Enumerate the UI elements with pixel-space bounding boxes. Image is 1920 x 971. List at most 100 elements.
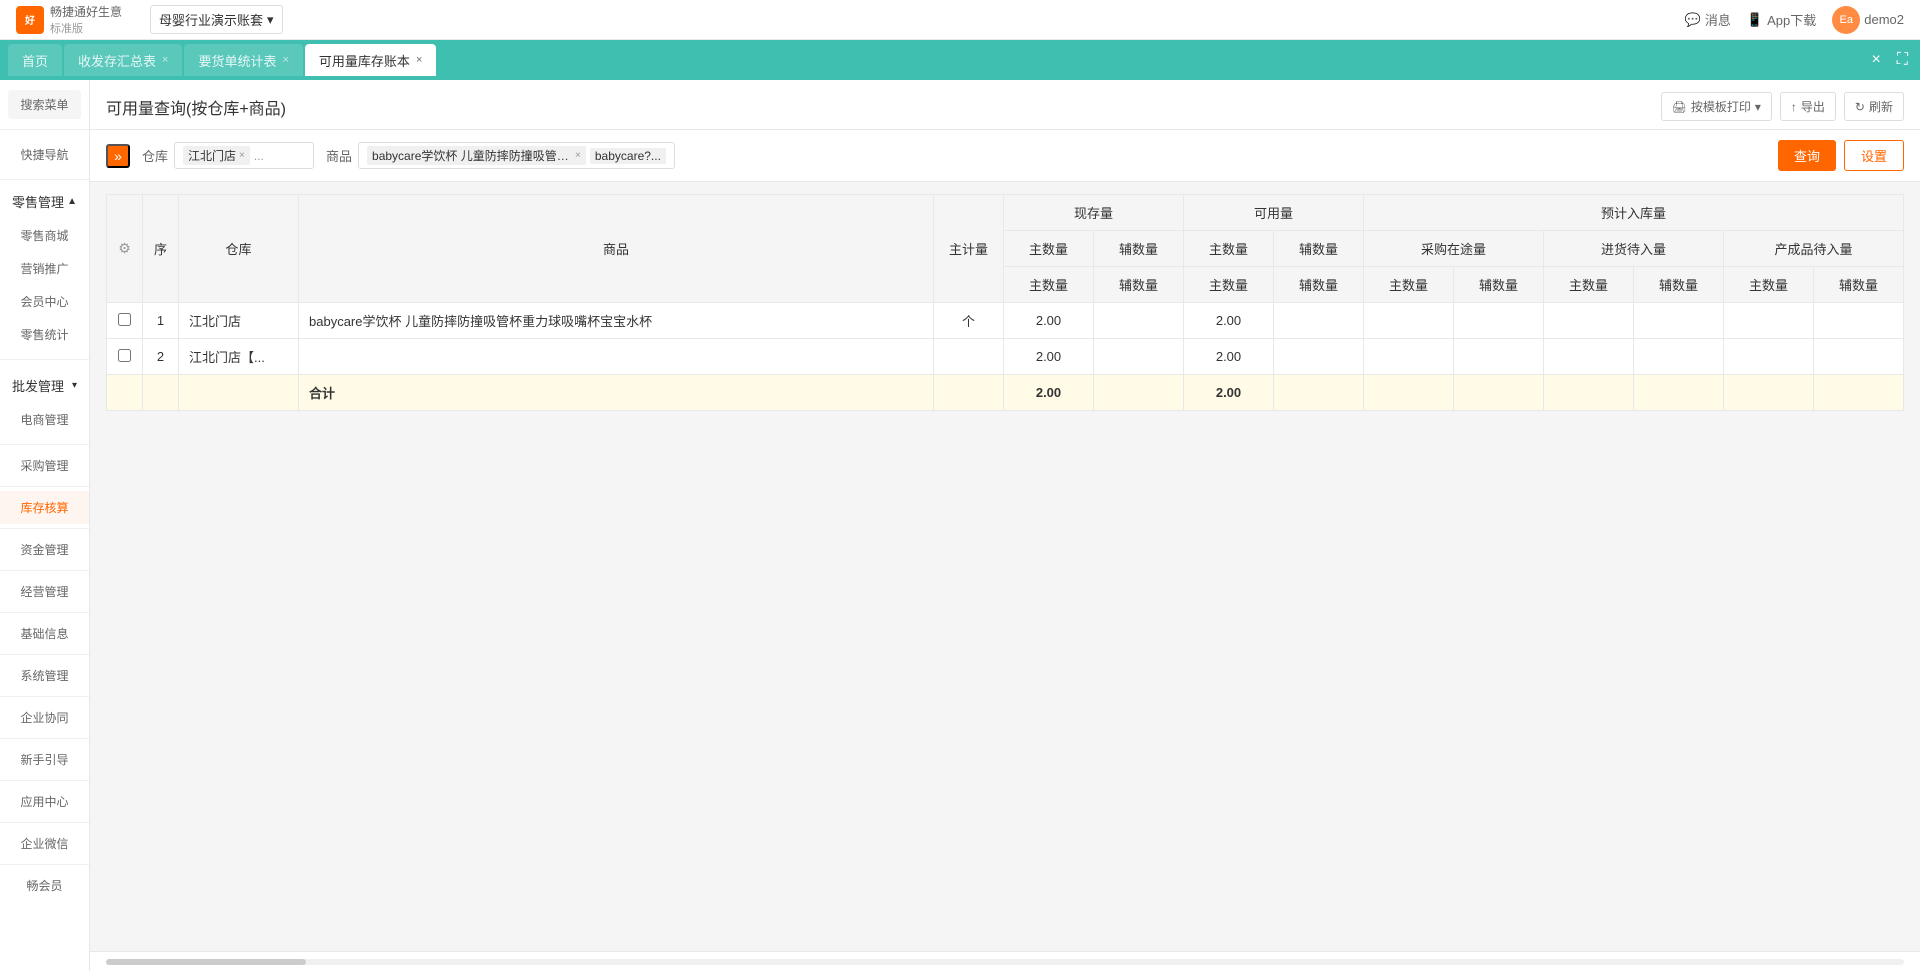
tab-receivable[interactable]: 收发存汇总表 × xyxy=(64,44,182,76)
scrollbar-thumb[interactable] xyxy=(106,959,306,965)
sidebar-section-retail-header[interactable]: 零售管理 ▲ xyxy=(0,184,89,219)
cell-available-aux-1 xyxy=(1274,339,1364,375)
logo-icon: 好 xyxy=(16,6,44,34)
message-label: 消息 xyxy=(1705,10,1731,29)
refresh-btn[interactable]: ↻ 刷新 xyxy=(1844,92,1904,121)
sidebar-search: 搜索菜单 xyxy=(0,80,89,130)
th-production-pending: 产成品待入量 xyxy=(1724,231,1904,267)
cell-current-aux-1 xyxy=(1094,339,1184,375)
tab-available-stock[interactable]: 可用量库存账本 × xyxy=(305,44,436,76)
cell-checkbox-0[interactable] xyxy=(107,303,143,339)
cell-production-pending-main-0 xyxy=(1724,303,1814,339)
filter-tag-product-1-close[interactable]: × xyxy=(575,150,581,161)
sidebar-item-procurement[interactable]: 采购管理 xyxy=(0,449,89,482)
footer-empty-2 xyxy=(143,375,179,411)
tab-order-stats-close[interactable]: × xyxy=(282,54,288,66)
sidebar-item-system[interactable]: 系统管理 xyxy=(0,659,89,692)
sidebar-nav: 快捷导航 xyxy=(0,130,89,180)
th-product: 商品 xyxy=(299,195,934,303)
message-btn[interactable]: 💬 消息 xyxy=(1685,10,1731,29)
sidebar-item-enterprise[interactable]: 企业协同 xyxy=(0,701,89,734)
th-unit: 主计量 xyxy=(934,195,1004,303)
filter-tag-product-2-text: babycare?... xyxy=(595,149,661,163)
query-btn[interactable]: 查询 xyxy=(1778,140,1836,171)
tab-close-all-btn[interactable]: × xyxy=(1867,47,1884,73)
sidebar-item-basic-info[interactable]: 基础信息 xyxy=(0,617,89,650)
bottom-bar xyxy=(90,951,1920,971)
page-header: 可用量查询(按仓库+商品) 🖨 按模板打印 ▾ ↑ 导出 ↻ 刷新 xyxy=(90,80,1920,130)
table-row: 2 江北门店【... 2.00 2.00 xyxy=(107,339,1904,375)
settings-filter-btn[interactable]: 设置 xyxy=(1844,140,1904,171)
app-download-label: App下载 xyxy=(1767,10,1816,29)
filter-warehouse-tags[interactable]: 江北门店 × ... xyxy=(174,142,314,169)
th-settings[interactable]: ⚙ xyxy=(107,195,143,303)
row-checkbox-1[interactable] xyxy=(118,349,131,362)
filter-product-item: 商品 babycare学饮杯 儿童防摔防撞吸管杯重力球吸嘴杯宝宝水杯 × bab… xyxy=(326,142,675,169)
sidebar-item-ecommerce[interactable]: 电商管理 xyxy=(0,403,89,436)
filter-product-tags[interactable]: babycare学饮杯 儿童防摔防撞吸管杯重力球吸嘴杯宝宝水杯 × babyca… xyxy=(358,142,675,169)
footer-empty-7 xyxy=(1634,375,1724,411)
footer-label: 合计 xyxy=(299,375,934,411)
tab-receivable-close[interactable]: × xyxy=(162,54,168,66)
sidebar-item-member-center[interactable]: 会员中心 xyxy=(0,285,89,318)
footer-empty-6 xyxy=(1544,375,1634,411)
app-download-btn[interactable]: 📱 App下载 xyxy=(1747,10,1816,29)
top-bar-right: 💬 消息 📱 App下载 Ea demo2 xyxy=(1685,6,1904,34)
sidebar-item-inventory[interactable]: 库存核算 xyxy=(0,491,89,524)
sidebar-section-wholesale-header[interactable]: 批发管理 ▾ xyxy=(0,368,89,403)
cell-production-pending-main-1 xyxy=(1724,339,1814,375)
divider-5 xyxy=(0,570,89,571)
refresh-icon: ↻ xyxy=(1855,100,1865,114)
footer-empty-5 xyxy=(1454,375,1544,411)
divider-7 xyxy=(0,654,89,655)
sidebar-item-new-guide[interactable]: 新手引导 xyxy=(0,743,89,776)
cell-no-0: 1 xyxy=(143,303,179,339)
cell-current-main-0: 2.00 xyxy=(1004,303,1094,339)
tab-order-stats[interactable]: 要货单统计表 × xyxy=(184,44,302,76)
company-selector[interactable]: 母婴行业演示账套 ▾ xyxy=(150,5,283,34)
sidebar-item-retail-stats[interactable]: 零售统计 xyxy=(0,318,89,351)
sidebar-item-retail-mall[interactable]: 零售商城 xyxy=(0,219,89,252)
sidebar-item-marketing[interactable]: 营销推广 xyxy=(0,252,89,285)
user-area[interactable]: Ea demo2 xyxy=(1832,6,1904,34)
filter-warehouse-item: 仓库 江北门店 × ... xyxy=(142,142,314,169)
tab-maximize-btn[interactable]: ⛶ xyxy=(1893,47,1912,73)
cell-unit-1 xyxy=(934,339,1004,375)
chevron-down-icon-print: ▾ xyxy=(1755,100,1761,114)
message-icon: 💬 xyxy=(1685,12,1701,28)
row-checkbox-0[interactable] xyxy=(118,313,131,326)
filter-tag-warehouse-1-text: 江北门店 xyxy=(188,147,236,164)
sidebar-item-app-center[interactable]: 应用中心 xyxy=(0,785,89,818)
cell-checkbox-1[interactable] xyxy=(107,339,143,375)
th-warehouse: 仓库 xyxy=(179,195,299,303)
filter-tag-warehouse-1-close[interactable]: × xyxy=(239,150,245,161)
sidebar-item-finance[interactable]: 资金管理 xyxy=(0,533,89,566)
scrollbar-track[interactable] xyxy=(106,959,1904,965)
footer-empty-8 xyxy=(1724,375,1814,411)
sidebar-item-operations[interactable]: 经营管理 xyxy=(0,575,89,608)
sidebar-item-vip[interactable]: 畅会员 xyxy=(0,869,89,902)
logo-area: 好 畅捷通好生意 标准版 xyxy=(16,3,122,36)
tab-home[interactable]: 首页 xyxy=(8,44,62,76)
print-btn[interactable]: 🖨 按模板打印 ▾ xyxy=(1661,92,1772,121)
sidebar-item-quick-nav[interactable]: 快捷导航 xyxy=(0,138,89,171)
filter-actions: 查询 设置 xyxy=(1778,140,1904,171)
filter-tag-warehouse-1: 江北门店 × xyxy=(183,146,250,165)
search-menu-btn[interactable]: 搜索菜单 xyxy=(8,90,81,119)
th-current-stock: 现存量 xyxy=(1004,195,1184,231)
filter-expand-btn[interactable]: » xyxy=(106,144,130,168)
footer-empty-9 xyxy=(1814,375,1904,411)
sidebar-item-weixin[interactable]: 企业微信 xyxy=(0,827,89,860)
th-production-pending-main: 主数量 xyxy=(1724,267,1814,303)
chevron-down-icon: ▾ xyxy=(267,12,274,28)
cell-warehouse-1: 江北门店【... xyxy=(179,339,299,375)
th-no: 序 xyxy=(143,195,179,303)
export-btn[interactable]: ↑ 导出 xyxy=(1780,92,1836,121)
tab-available-stock-close[interactable]: × xyxy=(416,54,422,66)
th-current-aux-2: 辅数量 xyxy=(1094,267,1184,303)
cell-production-pending-aux-0 xyxy=(1814,303,1904,339)
export-icon: ↑ xyxy=(1791,100,1797,114)
divider-11 xyxy=(0,822,89,823)
table-footer-row: 合计 2.00 2.00 xyxy=(107,375,1904,411)
filter-tag-product-1-text: babycare学饮杯 儿童防摔防撞吸管杯重力球吸嘴杯宝宝水杯 xyxy=(372,147,572,164)
